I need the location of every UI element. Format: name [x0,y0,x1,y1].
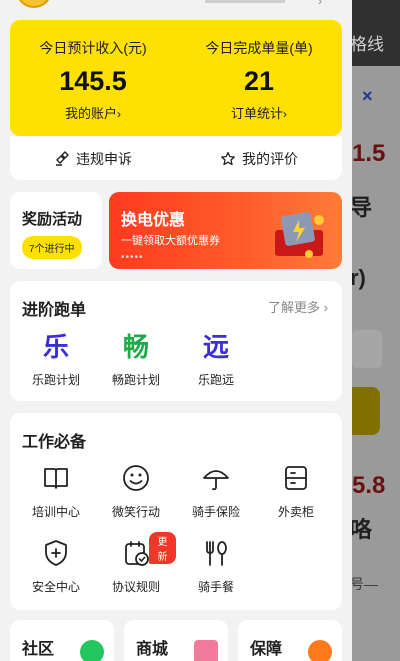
umbrella-icon [203,470,229,491]
reward-activities-title: 奖励活动 [22,211,83,228]
background-route-label: 格线 [350,35,384,54]
activities-count-badge: 7个进行中 [22,236,82,259]
plan-item[interactable]: 乐 乐跑计划 [16,331,96,388]
my-account-label: 我的账户 [64,106,117,121]
work-item-label: 骑手保险 [191,505,240,519]
chevron-right-icon[interactable]: › [318,0,322,8]
safety-center-item[interactable]: 安全中心 [16,538,96,595]
locker-icon [285,466,307,490]
background-text-1: 导 [350,195,373,220]
shield-icon [45,540,67,566]
close-icon[interactable]: × [362,86,373,107]
income-card: 今日预计收入(元) 145.5 我的账户› 今日完成单量(单) 21 订单统计› [10,20,342,136]
gift-icon [194,640,218,661]
orders-column: 今日完成单量(单) 21 订单统计› [176,38,342,122]
quick-actions: 违规申诉 我的评价 [10,136,342,180]
advanced-orders-title: 进阶跑单 [22,302,87,319]
rider-meal-item[interactable]: 骑手餐 [176,538,256,595]
today-orders-value: 21 [243,66,275,96]
chat-bubble-icon [80,640,104,661]
income-column: 今日预计收入(元) 145.5 我的账户› [10,38,176,122]
advanced-orders-card: 进阶跑单 了解更多 › 乐 乐跑计划 畅 畅跑计划 远 乐跑远 [10,281,342,401]
book-icon [44,468,68,489]
order-stats-label: 订单统计 [230,106,283,121]
battery-gift-icon [275,212,324,258]
work-item-label: 微笑行动 [111,505,160,519]
plan-glyph: 远 [202,332,229,362]
rider-insurance-item[interactable]: 骑手保险 [176,463,256,520]
background-value-1: 1.5 [352,140,386,167]
today-income-value: 145.5 [59,66,127,96]
plan-label: 乐跑计划 [31,373,80,387]
work-item-label: 培训中心 [31,505,80,519]
my-reviews-button[interactable]: 我的评价 [220,149,298,169]
background-text-2: r) [350,265,366,290]
my-reviews-label: 我的评价 [242,151,298,167]
learn-more-link[interactable]: 了解更多 › [268,297,328,316]
mall-title: 商城 [136,641,169,658]
appeal-icon [56,151,69,166]
background-text-4: 号— [350,576,378,592]
chevron-right-icon: › [117,107,121,121]
plan-label: 乐跑远 [197,373,234,387]
chevron-right-icon: › [283,107,287,121]
community-card[interactable]: 社区 [10,620,114,661]
battery-swap-banner[interactable]: 换电优惠 一键领取大额优惠券 ••••• [109,192,342,269]
smile-action-item[interactable]: 微笑行动 [96,463,176,520]
heart-icon [308,640,332,661]
community-title: 社区 [22,641,55,658]
violation-appeal-label: 违规申诉 [76,151,132,167]
work-item-label: 外卖柜 [277,505,314,519]
top-divider [205,0,285,3]
star-icon [221,151,235,166]
plan-item[interactable]: 远 乐跑远 [176,331,256,388]
delivery-locker-item[interactable]: 外卖柜 [256,463,336,520]
background-block [352,330,382,368]
banner-pagination: ••••• [121,252,144,263]
side-drawer: › 今日预计收入(元) 145.5 我的账户› 今日完成单量(单) 21 订单统… [0,0,352,661]
work-item-label: 骑手餐 [197,580,234,594]
background-text-3: 咯 [350,517,373,542]
smile-icon [123,465,149,491]
banner-subtitle: 一键领取大额优惠券 [121,235,220,247]
calendar-check-icon [125,541,149,566]
utensils-icon [206,541,227,566]
mall-card[interactable]: 商城 [124,620,228,661]
today-income-label: 今日预计收入(元) [39,40,147,56]
plan-item[interactable]: 畅 畅跑计划 [96,331,176,388]
work-essentials-title: 工作必备 [22,434,87,451]
plan-label: 畅跑计划 [111,373,160,387]
order-stats-link[interactable]: 订单统计› [176,103,342,122]
work-item-label: 协议规则 [111,580,160,594]
today-orders-label: 今日完成单量(单) [205,40,313,56]
banner-title: 换电优惠 [121,212,186,229]
training-center-item[interactable]: 培训中心 [16,463,96,520]
reward-activities-card[interactable]: 奖励活动 7个进行中 [10,192,102,269]
work-item-label: 安全中心 [31,580,80,594]
work-essentials-card: 工作必备 培训中心 微笑行动 骑手保险 外卖柜 安全中心 更新 协议规则 骑手餐 [10,413,342,610]
plan-glyph: 畅 [122,332,149,362]
update-badge: 更新 [149,532,176,564]
plan-glyph: 乐 [42,332,69,362]
avatar[interactable] [16,0,52,8]
my-account-link[interactable]: 我的账户› [10,103,176,122]
guarantee-title: 保障 [250,641,283,658]
agreement-rules-item[interactable]: 更新 协议规则 [96,532,176,595]
background-value-2: 5.8 [352,472,386,499]
guarantee-card[interactable]: 保障 [238,620,342,661]
violation-appeal-button[interactable]: 违规申诉 [54,149,132,169]
